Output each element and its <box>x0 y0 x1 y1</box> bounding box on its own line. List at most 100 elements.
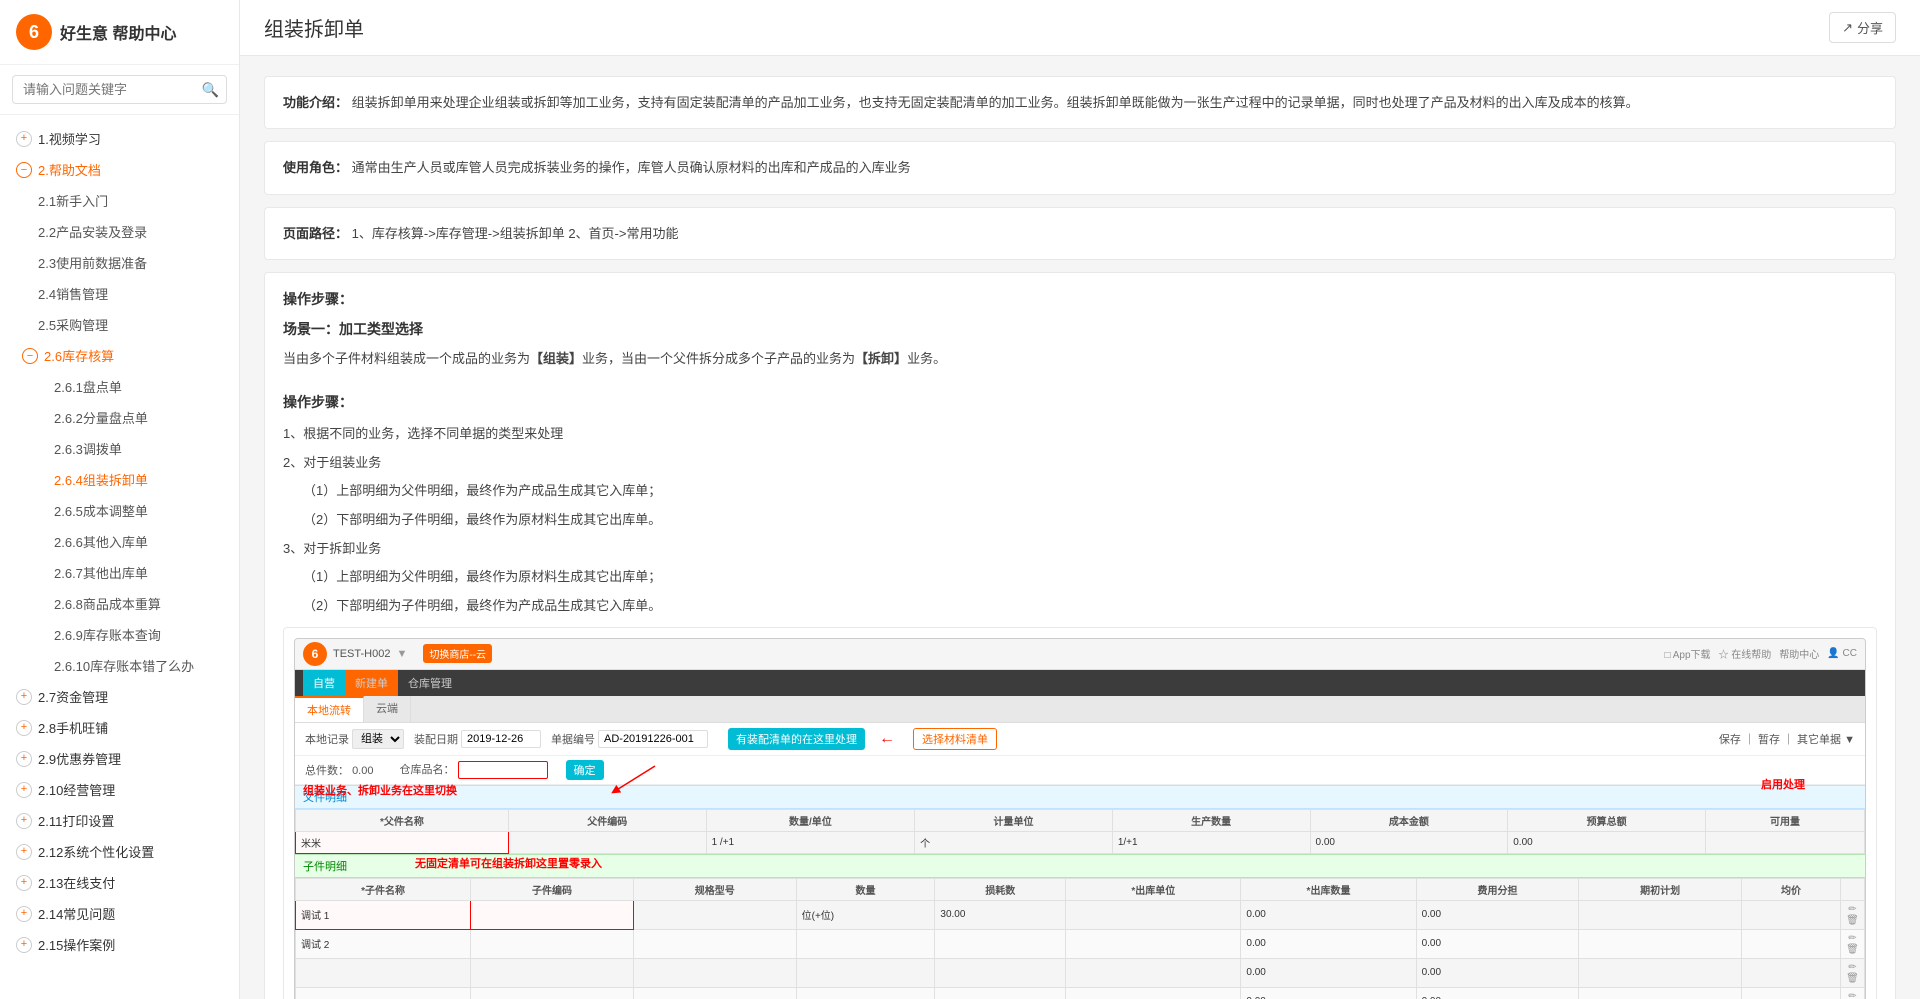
sub-col-8: 费用分担 <box>1416 878 1579 900</box>
sidebar-label-2-13: 2.13在线支付 <box>38 873 115 892</box>
sidebar-item-2-9[interactable]: + 2.9优惠券管理 <box>0 743 239 774</box>
scene1-title: 场景一：加工类型选择 <box>283 319 1877 339</box>
mock-arrow-left: ← <box>879 730 895 748</box>
mock-order-input[interactable] <box>598 730 708 748</box>
mock-type-select[interactable]: 组装 拆卸 <box>352 729 404 749</box>
mock-logo: 6 <box>303 642 327 666</box>
sidebar: 6 好生意 帮助中心 🔍 + 1.视频学习 − 2.帮助文档 2.1新手入门 2… <box>0 0 240 999</box>
sidebar-item-2-8[interactable]: + 2.8手机旺铺 <box>0 712 239 743</box>
role-block: 使用角色： 通常由生产人员或库管人员完成拆装业务的操作，库管人员确认原材料的出库… <box>264 141 1896 194</box>
sidebar-item-2-6-9[interactable]: 2.6.9库存账本查询 <box>0 619 239 650</box>
sidebar-label-2-12: 2.12系统个性化设置 <box>38 842 154 861</box>
sidebar-item-2-3[interactable]: 2.3使用前数据准备 <box>0 247 239 278</box>
mock-tab-cloud[interactable]: 云端 <box>364 696 411 722</box>
col-header-2: 父件编码 <box>508 809 706 831</box>
sidebar-item-2-14[interactable]: + 2.14常见问题 <box>0 898 239 929</box>
search-button[interactable]: 🔍 <box>202 81 219 98</box>
sidebar-item-2-6-5[interactable]: 2.6.5成本调整单 <box>0 495 239 526</box>
col-header-1: *父件名称 <box>296 809 509 831</box>
mock-nav-home[interactable]: 自营 <box>303 670 345 696</box>
mock-switch-btn[interactable]: 切换商店--云 <box>423 644 492 663</box>
mock-date-label: 装配日期 <box>414 731 458 747</box>
sub-col-4: 数量 <box>796 878 935 900</box>
mock-date-input[interactable] <box>461 730 541 748</box>
mock-store-id: TEST-H002 <box>333 648 390 660</box>
mock-warehouse-label: 仓库品名： <box>399 764 454 776</box>
expand-icon-2-14: + <box>16 906 32 922</box>
col-header-7: 预算总额 <box>1508 809 1706 831</box>
mock-choose-btn[interactable]: 选择材料清单 <box>913 728 997 750</box>
sidebar-item-2-6-7[interactable]: 2.6.7其他出库单 <box>0 557 239 588</box>
sidebar-item-2-6[interactable]: − 2.6库存核算 <box>0 340 239 371</box>
mock-nav-center: 帮助中心 <box>1779 646 1819 661</box>
sidebar-item-2-6-3[interactable]: 2.6.3调拨单 <box>0 433 239 464</box>
expand-icon-2-9: + <box>16 751 32 767</box>
share-button[interactable]: ↗ 分享 <box>1829 12 1896 43</box>
sidebar-item-2[interactable]: − 2.帮助文档 <box>0 154 239 185</box>
mock-nav-help: ☆ 在线帮助 <box>1719 646 1772 661</box>
logo-text: 好生意 帮助中心 <box>60 20 176 44</box>
cell-name: 米米 <box>296 831 509 853</box>
cell-code <box>508 831 706 853</box>
expand-icon-2-12: + <box>16 844 32 860</box>
sidebar-item-2-10[interactable]: + 2.10经营管理 <box>0 774 239 805</box>
sidebar-item-2-12[interactable]: + 2.12系统个性化设置 <box>0 836 239 867</box>
expand-icon-2-10: + <box>16 782 32 798</box>
annotation-enable: 启用处理 <box>1761 776 1805 792</box>
mock-tabs: 本地流转 云端 <box>295 696 1865 723</box>
mock-nav-user: 👤 CC <box>1827 648 1857 659</box>
scene1-desc: 当由多个子件材料组装成一个成品的业务为【组装】业务，当由一个父件拆分成多个子产品… <box>283 347 1877 372</box>
cell-sub-name: 调试 1 <box>296 900 471 929</box>
mock-tab-local[interactable]: 本地流转 <box>295 696 364 722</box>
sidebar-item-2-6-10[interactable]: 2.6.10库存账本错了么办 <box>0 650 239 681</box>
intro-text: 组装拆卸单用来处理企业组装或拆卸等加工业务，支持有固定装配清单的产品加工业务，也… <box>352 95 1639 110</box>
search-area: 🔍 <box>0 65 239 115</box>
table-row: 米米 1 /+1 个 1/+1 0.00 0.00 <box>296 831 1865 853</box>
share-icon: ↗ <box>1842 20 1853 36</box>
sub-col-2: 子件编码 <box>471 878 634 900</box>
logo-icon: 6 <box>16 14 52 50</box>
sidebar-item-2-4[interactable]: 2.4销售管理 <box>0 278 239 309</box>
sidebar-item-2-6-4[interactable]: 2.6.4组装拆卸单 <box>0 464 239 495</box>
sidebar-item-2-11[interactable]: + 2.11打印设置 <box>0 805 239 836</box>
sidebar-label-2-14: 2.14常见问题 <box>38 904 115 923</box>
sidebar-item-2-13[interactable]: + 2.13在线支付 <box>0 867 239 898</box>
mock-app: 6 TEST-H002 ▼ 切换商店--云 □ App下载 ☆ 在线帮助 帮助中… <box>294 638 1866 999</box>
sidebar-item-2-15[interactable]: + 2.15操作案例 <box>0 929 239 960</box>
sidebar-item-2-2[interactable]: 2.2产品安装及登录 <box>0 216 239 247</box>
sidebar-item-2-6-2[interactable]: 2.6.2分量盘点单 <box>0 402 239 433</box>
sidebar-label-2-7: 2.7资金管理 <box>38 687 108 706</box>
search-input[interactable] <box>12 75 227 104</box>
sidebar-item-2-7[interactable]: + 2.7资金管理 <box>0 681 239 712</box>
sidebar-item-2-6-6[interactable]: 2.6.6其他入库单 <box>0 526 239 557</box>
col-header-6: 成本金额 <box>1310 809 1508 831</box>
sub-col-7: *出库数量 <box>1241 878 1416 900</box>
sidebar-label-2-11: 2.11打印设置 <box>38 811 114 830</box>
cell-qty: 1 /+1 <box>706 831 915 853</box>
expand-icon-2-13: + <box>16 875 32 891</box>
intro-label: 功能介绍： <box>283 95 348 110</box>
sidebar-label-2-9: 2.9优惠券管理 <box>38 749 121 768</box>
expand-icon-2: − <box>16 162 32 178</box>
sidebar-item-2-6-8[interactable]: 2.6.8商品成本重算 <box>0 588 239 619</box>
sidebar-item-1[interactable]: + 1.视频学习 <box>0 123 239 154</box>
mock-form-bar: 本地记录 组装 拆卸 装配日期 单据编号 <box>295 723 1865 756</box>
mock-confirm-btn[interactable]: 确定 <box>566 760 604 780</box>
sidebar-item-2-6-1[interactable]: 2.6.1盘点单 <box>0 371 239 402</box>
table-row: 0.000.00 ✏ 🗑 <box>296 987 1865 999</box>
col-header-4: 计量单位 <box>915 809 1113 831</box>
mock-nav-other[interactable]: 仓库管理 <box>398 670 462 696</box>
sidebar-item-2-5[interactable]: 2.5采购管理 <box>0 309 239 340</box>
mock-upper-table: *父件名称 父件编码 数量/单位 计量单位 生产数量 成本金额 预算总额 可用量 <box>295 809 1865 854</box>
sidebar-item-2-1[interactable]: 2.1新手入门 <box>0 185 239 216</box>
mock-warehouse-input[interactable] <box>458 761 548 779</box>
role-text: 通常由生产人员或库管人员完成拆装业务的操作，库管人员确认原材料的出库和产成品的入… <box>352 160 911 175</box>
path-block: 页面路径： 1、库存核算->库存管理->组装拆卸单 2、首页->常用功能 <box>264 207 1896 260</box>
logo-area: 6 好生意 帮助中心 <box>0 0 239 65</box>
mock-annotation-bar: 有装配清单的在这里处理 <box>728 728 865 750</box>
mock-nav-new[interactable]: 新建单 <box>345 670 398 696</box>
ops-title: 操作步骤： <box>283 289 1877 309</box>
mock-nav-apps: □ App下载 <box>1664 646 1710 661</box>
mock-form-row2: 总件数： 0.00 仓库品名： 确定 组装业务、拆卸业务在这里切换 <box>295 756 1865 785</box>
mock-lower-header: 子件明细 无固定清单可在组装拆卸这里置零录入 <box>295 854 1865 878</box>
